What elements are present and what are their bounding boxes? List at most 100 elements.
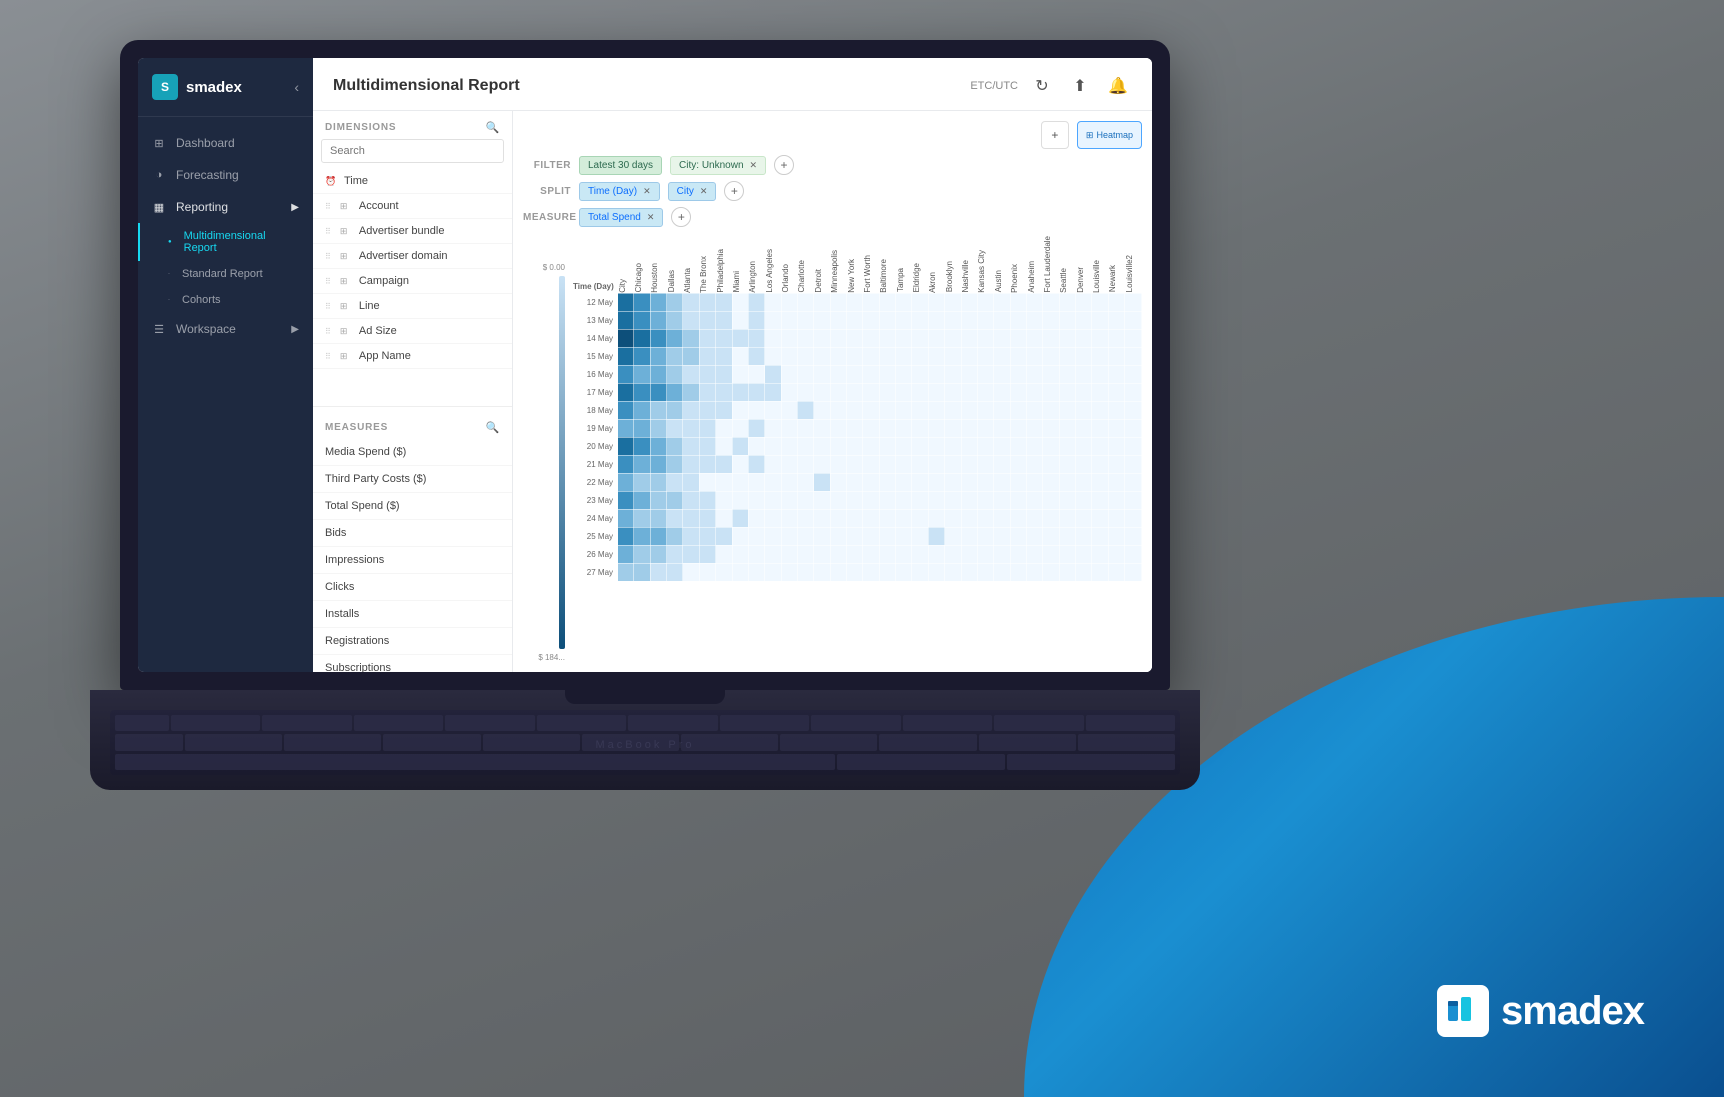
sidebar-item-cohorts[interactable]: · Cohorts bbox=[138, 287, 313, 313]
sidebar-item-dashboard[interactable]: ⊞ Dashboard bbox=[138, 127, 313, 159]
dim-label: Campaign bbox=[359, 275, 409, 287]
add-measure-button[interactable]: + bbox=[671, 207, 691, 227]
measures-panel-title: MEASURES 🔍 bbox=[313, 411, 512, 439]
advertiser-bundle-icon: ⊞ bbox=[340, 226, 352, 237]
drag-icon: ⠿ bbox=[325, 277, 331, 286]
measure-item-media-spend[interactable]: Media Spend ($) bbox=[313, 439, 512, 466]
dimension-item-ad-size[interactable]: ⠿ ⊞ Ad Size bbox=[313, 319, 512, 344]
add-filter-button-row[interactable]: + bbox=[774, 155, 794, 175]
measure-item-installs[interactable]: Installs bbox=[313, 601, 512, 628]
account-icon: ⊞ bbox=[340, 201, 352, 212]
add-filter-button[interactable]: + bbox=[1041, 121, 1069, 149]
split-row: SPLIT Time (Day) ✕ City ✕ + bbox=[523, 181, 1142, 201]
measure-tag-total-spend[interactable]: Total Spend ✕ bbox=[579, 208, 663, 227]
sidebar-item-reporting-label: Reporting bbox=[176, 200, 281, 214]
app-name-icon: ⊞ bbox=[340, 351, 352, 362]
heatmap-panel: + ⊞ Heatmap FILTER Latest 30 days bbox=[513, 111, 1152, 672]
heatmap-scroll-area[interactable]: Time (Day) City Chicago Houston Dallas A… bbox=[571, 233, 1142, 662]
drag-icon: ⠿ bbox=[325, 302, 331, 311]
sidebar-item-dashboard-label: Dashboard bbox=[176, 136, 299, 150]
workspace-chevron-icon: ▶ bbox=[291, 324, 299, 335]
brand-logo-area: smadex bbox=[1437, 985, 1644, 1037]
main-header: Multidimensional Report ETC/UTC ↻ ⬆ 🔔 bbox=[313, 58, 1152, 111]
sidebar-item-workspace[interactable]: ☰ Workspace ▶ bbox=[138, 313, 313, 345]
measure-item-impressions[interactable]: Impressions bbox=[313, 547, 512, 574]
main-content: Multidimensional Report ETC/UTC ↻ ⬆ 🔔 DI… bbox=[313, 58, 1152, 672]
sidebar-collapse-button[interactable]: ‹ bbox=[294, 79, 299, 95]
reporting-chevron-icon: ▶ bbox=[291, 202, 299, 213]
laptop-notch bbox=[565, 690, 725, 704]
remove-measure-button[interactable]: ✕ bbox=[647, 212, 655, 223]
measure-item-bids[interactable]: Bids bbox=[313, 520, 512, 547]
measure-item-clicks[interactable]: Clicks bbox=[313, 574, 512, 601]
dim-label: Advertiser bundle bbox=[359, 225, 445, 237]
dimension-item-advertiser-bundle[interactable]: ⠿ ⊞ Advertiser bundle bbox=[313, 219, 512, 244]
dimensions-search-input[interactable] bbox=[321, 139, 504, 163]
campaign-icon: ⊞ bbox=[340, 276, 352, 287]
share-button[interactable]: ⬆ bbox=[1066, 72, 1094, 100]
timezone-label: ETC/UTC bbox=[970, 80, 1018, 92]
sidebar-item-workspace-label: Workspace bbox=[176, 322, 281, 336]
heatmap-top-bar: + ⊞ Heatmap bbox=[523, 121, 1142, 155]
dimension-item-campaign[interactable]: ⠿ ⊞ Campaign bbox=[313, 269, 512, 294]
dot-icon: · bbox=[168, 297, 170, 303]
measure-item-third-party-costs[interactable]: Third Party Costs ($) bbox=[313, 466, 512, 493]
y-scale-top: $ 0.00 bbox=[543, 263, 565, 272]
header-actions: ETC/UTC ↻ ⬆ 🔔 bbox=[970, 72, 1132, 100]
dimension-item-time[interactable]: ⏰ Time bbox=[313, 169, 512, 194]
drag-icon: ⠿ bbox=[325, 352, 331, 361]
dimension-item-account[interactable]: ⠿ ⊞ Account bbox=[313, 194, 512, 219]
sidebar-logo-icon: S bbox=[152, 74, 178, 100]
dim-label: Advertiser domain bbox=[359, 250, 448, 262]
sidebar-item-standard-report[interactable]: · Standard Report bbox=[138, 261, 313, 287]
laptop-base: MacBook Pro bbox=[90, 690, 1200, 790]
measure-item-subscriptions[interactable]: Subscriptions bbox=[313, 655, 512, 672]
split-tag-time-day[interactable]: Time (Day) ✕ bbox=[579, 182, 660, 201]
filter-label: FILTER bbox=[523, 160, 571, 171]
measure-row: MEASURE Total Spend ✕ + bbox=[523, 207, 1142, 227]
measure-list: Media Spend ($) Third Party Costs ($) To… bbox=[313, 439, 512, 672]
dot-icon: · bbox=[168, 271, 170, 277]
panel-separator bbox=[313, 406, 512, 407]
reporting-icon: ▦ bbox=[152, 201, 166, 214]
refresh-button[interactable]: ↻ bbox=[1028, 72, 1056, 100]
filter-tag-latest-30-days[interactable]: Latest 30 days bbox=[579, 156, 662, 175]
remove-city-split-button[interactable]: ✕ bbox=[700, 186, 708, 197]
sidebar-item-multidimensional-report[interactable]: ● Multidimensional Report bbox=[138, 223, 313, 261]
y-scale-bottom: $ 184... bbox=[538, 653, 565, 662]
add-split-button[interactable]: + bbox=[724, 181, 744, 201]
measure-item-total-spend[interactable]: Total Spend ($) bbox=[313, 493, 512, 520]
dimension-item-line[interactable]: ⠿ ⊞ Line bbox=[313, 294, 512, 319]
standard-report-label: Standard Report bbox=[182, 268, 263, 280]
remove-city-filter-button[interactable]: ✕ bbox=[750, 160, 758, 171]
screen-content: S smadex ‹ ⊞ Dashboard ◑ Forecasting ▦ bbox=[138, 58, 1152, 672]
sidebar-item-forecasting-label: Forecasting bbox=[176, 168, 299, 182]
dimensions-panel: DIMENSIONS 🔍 ⏰ Time ⠿ bbox=[313, 111, 513, 672]
dimensions-search-icon[interactable]: 🔍 bbox=[486, 121, 501, 134]
sidebar-item-forecasting[interactable]: ◑ Forecasting bbox=[138, 159, 313, 191]
heatmap-view-button[interactable]: ⊞ Heatmap bbox=[1077, 121, 1142, 149]
multidimensional-report-label: Multidimensional Report bbox=[184, 230, 299, 254]
sidebar-item-reporting[interactable]: ▦ Reporting ▶ bbox=[138, 191, 313, 223]
keyboard-area bbox=[110, 710, 1180, 775]
workspace-icon: ☰ bbox=[152, 323, 166, 336]
heatmap-label: Heatmap bbox=[1096, 130, 1133, 140]
line-icon: ⊞ bbox=[340, 301, 352, 312]
notification-bell-button[interactable]: 🔔 bbox=[1104, 72, 1132, 100]
measures-search-icon[interactable]: 🔍 bbox=[486, 421, 501, 434]
dimension-item-advertiser-domain[interactable]: ⠿ ⊞ Advertiser domain bbox=[313, 244, 512, 269]
brand-icon bbox=[1437, 985, 1489, 1037]
dimension-list: ⏰ Time ⠿ ⊞ Account ⠿ ⊞ Adver bbox=[313, 169, 512, 402]
ad-size-icon: ⊞ bbox=[340, 326, 352, 337]
heatmap-grid-icon: ⊞ bbox=[1086, 130, 1094, 141]
measure-item-registrations[interactable]: Registrations bbox=[313, 628, 512, 655]
remove-time-split-button[interactable]: ✕ bbox=[643, 186, 651, 197]
split-tag-city[interactable]: City ✕ bbox=[668, 182, 717, 201]
dim-label: App Name bbox=[359, 350, 411, 362]
laptop: S smadex ‹ ⊞ Dashboard ◑ Forecasting ▦ bbox=[120, 40, 1170, 790]
dimension-item-app-name[interactable]: ⠿ ⊞ App Name bbox=[313, 344, 512, 369]
filter-tag-city-unknown[interactable]: City: Unknown ✕ bbox=[670, 156, 766, 175]
filter-row: FILTER Latest 30 days City: Unknown ✕ + bbox=[523, 155, 1142, 175]
dimensions-search-area bbox=[313, 139, 512, 169]
sidebar-logo: S smadex ‹ bbox=[138, 58, 313, 117]
